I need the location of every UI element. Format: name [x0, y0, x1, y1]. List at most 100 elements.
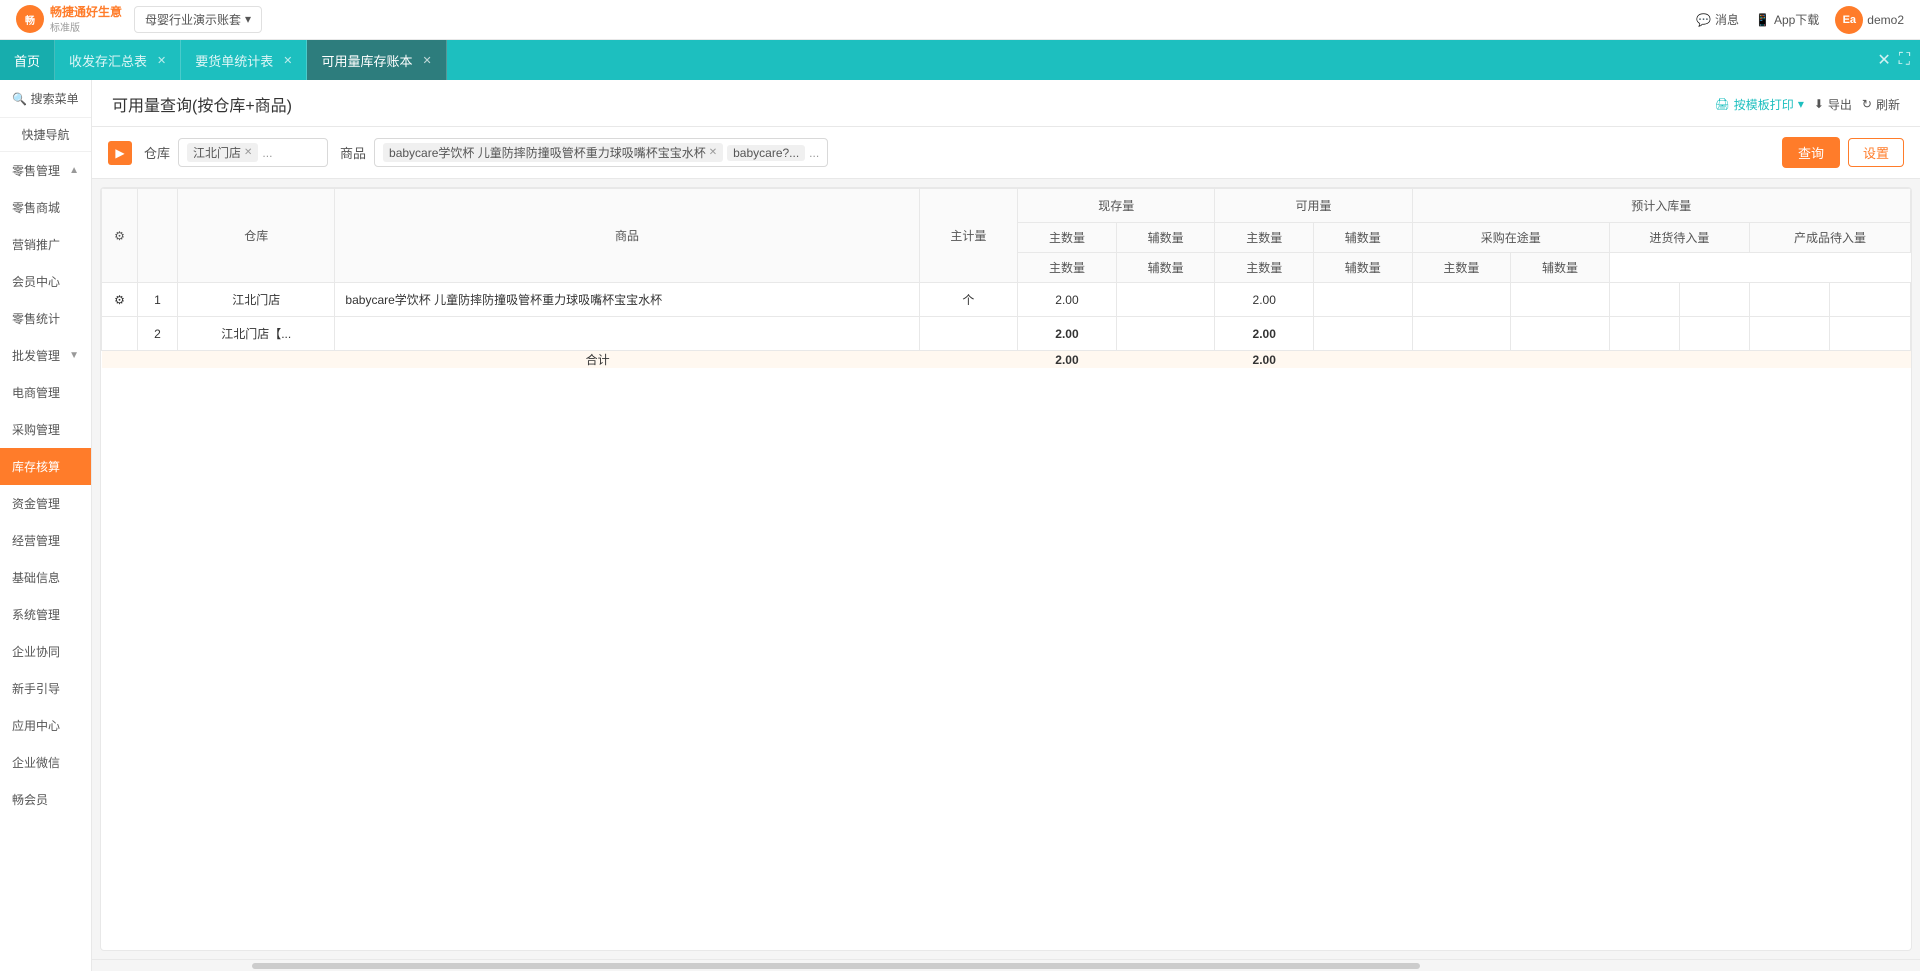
col-current-stock: 现存量: [1018, 189, 1215, 223]
logo-icon: 畅: [16, 5, 44, 33]
cell-current-main: 2.00: [1018, 317, 1117, 351]
warehouse-input[interactable]: 江北门店 ✕ ...: [178, 138, 328, 167]
query-button[interactable]: 查询: [1782, 137, 1840, 168]
cell-current-main: 2.00: [1018, 283, 1117, 317]
col-warehouse: 仓库: [178, 189, 335, 283]
chevron-icon: ▲: [69, 165, 79, 176]
table-row: ⚙ 1 江北门店 babycare学饮杯 儿童防摔防撞吸管杯重力球吸嘴杯宝宝水杯…: [102, 283, 1911, 317]
app-download-button[interactable]: 📱 App下载: [1755, 11, 1819, 28]
sidebar-quick-nav[interactable]: 快捷导航: [0, 118, 91, 152]
sidebar-item-new-guide[interactable]: 新手引导: [0, 670, 91, 707]
warehouse-tag-close[interactable]: ✕: [244, 147, 252, 158]
sidebar-item-system-mgmt[interactable]: 系统管理: [0, 596, 91, 633]
cell-avail-aux: [1314, 317, 1413, 351]
cell-pp-main: [1749, 283, 1829, 317]
org-selector[interactable]: 母婴行业演示账套 ▾: [134, 6, 262, 33]
top-bar: 畅 畅捷通好生意 标准版 母婴行业演示账套 ▾ 💬 消息 📱 App下载 Ea …: [0, 0, 1920, 40]
sidebar-item-member[interactable]: 畅会员: [0, 781, 91, 818]
cell-gear[interactable]: [102, 317, 138, 351]
cell-gear[interactable]: ⚙: [102, 283, 138, 317]
print-icon: 🖨: [1715, 97, 1730, 111]
page-actions: 🖨 按模板打印 ▾ ⬇ 导出 ↻ 刷新: [1715, 96, 1900, 113]
sidebar-item-retail-mgmt[interactable]: 零售管理 ▲: [0, 152, 91, 189]
filter-row: ▶ 仓库 江北门店 ✕ ... 商品 babycare学饮杯 儿童防摔防撞吸管杯…: [92, 127, 1920, 179]
col-planned-inbound: 预计入库量: [1412, 189, 1910, 223]
settings-button[interactable]: 设置: [1848, 138, 1904, 167]
tab-recv-close[interactable]: ✕: [157, 54, 166, 67]
col-ip-aux: 辅数量: [1314, 253, 1413, 283]
table-footer: 合计 2.00 2.00: [102, 351, 1911, 369]
product-label: 商品: [340, 143, 366, 162]
sidebar-item-operations-mgmt[interactable]: 经营管理: [0, 522, 91, 559]
filter-expand-button[interactable]: ▶: [108, 141, 132, 165]
col-product: 商品: [335, 189, 919, 283]
page-title: 可用量查询(按仓库+商品): [112, 92, 292, 116]
user-profile[interactable]: Ea demo2: [1835, 6, 1904, 34]
tab-home[interactable]: 首页: [0, 40, 55, 80]
cell-warehouse: 江北门店【...: [178, 317, 335, 351]
summary-label-cell: [102, 351, 178, 369]
logo: 畅 畅捷通好生意 标准版: [16, 5, 122, 34]
col-avail-main: 主数量: [1215, 223, 1314, 253]
table-header-top: ⚙ 仓库 商品 主计量 现存量 可用量 预计入库量: [102, 189, 1911, 223]
sidebar-item-wholesale-mgmt[interactable]: 批发管理 ▼: [0, 337, 91, 374]
col-product-pending: 产成品待入量: [1749, 223, 1910, 253]
summary-label: 合计: [178, 351, 1018, 369]
maximize-icon[interactable]: ⛶: [1899, 51, 1910, 69]
export-button[interactable]: ⬇ 导出: [1814, 96, 1852, 113]
product-input[interactable]: babycare学饮杯 儿童防摔防撞吸管杯重力球吸嘴杯宝宝水杯 ✕ babyca…: [374, 138, 828, 167]
sidebar-item-ecommerce-mgmt[interactable]: 电商管理: [0, 374, 91, 411]
tab-available-stock-close[interactable]: ✕: [423, 54, 432, 67]
sidebar-item-retail-mall[interactable]: 零售商城: [0, 189, 91, 226]
cell-num: 1: [138, 283, 178, 317]
tab-order-stats[interactable]: 要货单统计表 ✕: [181, 40, 307, 80]
tab-order-stats-close[interactable]: ✕: [283, 54, 292, 67]
chevron-down-icon: ▾: [245, 12, 251, 26]
cell-product: babycare学饮杯 儿童防摔防撞吸管杯重力球吸嘴杯宝宝水杯: [335, 283, 919, 317]
sidebar-item-member-center[interactable]: 会员中心: [0, 263, 91, 300]
refresh-button[interactable]: ↻ 刷新: [1862, 96, 1900, 113]
sidebar-item-app-center[interactable]: 应用中心: [0, 707, 91, 744]
page-header: 可用量查询(按仓库+商品) 🖨 按模板打印 ▾ ⬇ 导出 ↻ 刷新: [92, 80, 1920, 127]
warehouse-tag: 江北门店 ✕: [187, 143, 258, 162]
close-window-icon[interactable]: ✕: [1877, 50, 1890, 70]
main-layout: 🔍 搜索菜单 快捷导航 零售管理 ▲ 零售商城 营销推广 会员中心 零售统计 批…: [0, 80, 1920, 971]
tab-spacer: [447, 40, 1868, 80]
sidebar-item-retail-stats[interactable]: 零售统计: [0, 300, 91, 337]
tab-available-stock[interactable]: 可用量库存账本 ✕: [307, 40, 446, 80]
cell-avail-main: 2.00: [1215, 317, 1314, 351]
tab-bar: 首页 收发存汇总表 ✕ 要货单统计表 ✕ 可用量库存账本 ✕ ✕ ⛶: [0, 40, 1920, 80]
warehouse-filter-group: 仓库 江北门店 ✕ ...: [144, 138, 328, 167]
tab-recv[interactable]: 收发存汇总表 ✕: [55, 40, 181, 80]
horizontal-scrollbar-thumb[interactable]: [252, 963, 1420, 969]
product-tag1-close[interactable]: ✕: [709, 147, 717, 158]
top-bar-right: 💬 消息 📱 App下载 Ea demo2: [1696, 6, 1904, 34]
sidebar-item-basic-info[interactable]: 基础信息: [0, 559, 91, 596]
message-button[interactable]: 💬 消息: [1696, 11, 1739, 28]
sidebar-item-enterprise-wechat[interactable]: 企业微信: [0, 744, 91, 781]
cell-ip-main: [1609, 283, 1679, 317]
sidebar-item-marketing[interactable]: 营销推广: [0, 226, 91, 263]
col-inbound-pending: 进货待入量: [1609, 223, 1749, 253]
page-title-row: 可用量查询(按仓库+商品) 🖨 按模板打印 ▾ ⬇ 导出 ↻ 刷新: [112, 92, 1900, 116]
data-table: ⚙ 仓库 商品 主计量 现存量 可用量 预计入库量 主数量 辅数量 主数量 辅数…: [101, 188, 1911, 368]
col-pp-main: 主数量: [1412, 253, 1511, 283]
cell-warehouse: 江北门店: [178, 283, 335, 317]
summary-avail-main: 2.00: [1215, 351, 1314, 369]
sidebar-item-finance-mgmt[interactable]: 资金管理: [0, 485, 91, 522]
product-tag1: babycare学饮杯 儿童防摔防撞吸管杯重力球吸嘴杯宝宝水杯 ✕: [383, 143, 723, 162]
cell-pt-aux: [1511, 317, 1610, 351]
content-area: 可用量查询(按仓库+商品) 🖨 按模板打印 ▾ ⬇ 导出 ↻ 刷新: [92, 80, 1920, 971]
col-pt-main: 主数量: [1018, 253, 1117, 283]
cell-pt-main: [1412, 317, 1511, 351]
app-icon: 📱: [1755, 13, 1770, 27]
sidebar-item-enterprise-collab[interactable]: 企业协同: [0, 633, 91, 670]
logo-text: 畅捷通好生意 标准版: [50, 5, 122, 34]
print-button[interactable]: 🖨 按模板打印 ▾: [1715, 96, 1804, 113]
sidebar-item-inventory[interactable]: 库存核算: [0, 448, 91, 485]
warehouse-label: 仓库: [144, 143, 170, 162]
scrollbar-area: [92, 959, 1920, 971]
sidebar-search[interactable]: 🔍 搜索菜单: [0, 80, 91, 118]
cell-avail-main: 2.00: [1215, 283, 1314, 317]
sidebar-item-purchase-mgmt[interactable]: 采购管理: [0, 411, 91, 448]
